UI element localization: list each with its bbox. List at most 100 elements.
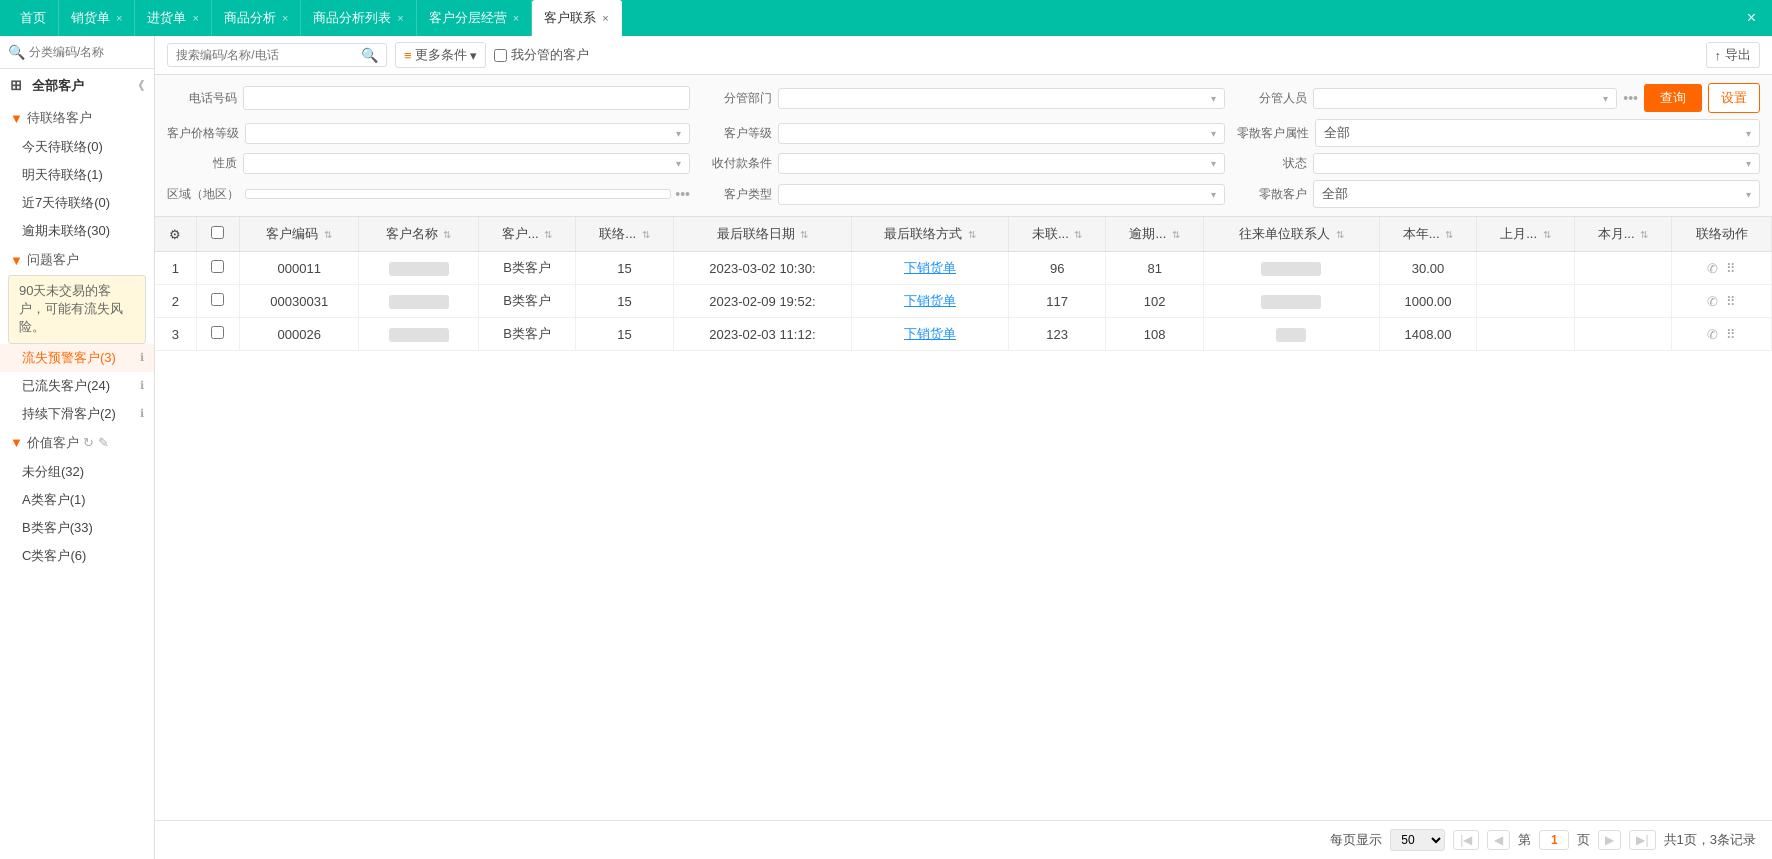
page-next-button[interactable]: ▶ (1598, 830, 1621, 850)
td-checkbox-2[interactable] (196, 285, 239, 318)
page-first-button[interactable]: |◀ (1453, 830, 1479, 850)
sort-uncontacted-icon: ⇅ (1074, 229, 1082, 240)
row-checkbox-2[interactable] (211, 293, 224, 306)
row-checkbox-1[interactable] (211, 260, 224, 273)
my-customers-checkbox[interactable] (494, 49, 507, 62)
filter-select-status[interactable]: ▾ (1313, 153, 1760, 174)
sidebar-item-churn-warning[interactable]: 流失预警客户(3) ℹ (0, 344, 154, 372)
sidebar-section-value[interactable]: ▼ 价值客户 ↻ ✎ (0, 428, 154, 458)
filter-select-region[interactable] (245, 189, 671, 199)
filter-select-dept[interactable]: ▾ (778, 88, 1225, 109)
col-last-date[interactable]: 最后联络日期 ⇅ (673, 217, 851, 252)
refresh-value-icon[interactable]: ↻ (83, 435, 94, 450)
my-customers-checkbox-label[interactable]: 我分管的客户 (494, 46, 589, 64)
col-settings[interactable]: ⚙ (155, 217, 196, 252)
col-code[interactable]: 客户编码 ⇅ (240, 217, 359, 252)
contact-icon-2[interactable]: ✆ (1707, 294, 1718, 309)
col-uncontacted[interactable]: 未联... ⇅ (1008, 217, 1106, 252)
filter-select-customer-level[interactable]: ▾ (778, 123, 1225, 144)
col-overdue[interactable]: 逾期... ⇅ (1106, 217, 1204, 252)
sidebar-item-class-c[interactable]: C类客户(6) (0, 542, 154, 570)
more-icon-1[interactable]: ⠿ (1726, 261, 1736, 276)
sidebar-item-7days[interactable]: 近7天待联络(0) (0, 189, 154, 217)
nav-item-analysis[interactable]: 商品分析 × (212, 0, 301, 36)
more-icon-3[interactable]: ⠿ (1726, 327, 1736, 342)
row-checkbox-3[interactable] (211, 326, 224, 339)
link-method-3[interactable]: 下销货单 (904, 326, 956, 341)
filter-label-phone: 电话号码 (167, 90, 237, 107)
col-last-month[interactable]: 上月... ⇅ (1477, 217, 1575, 252)
page-number-input[interactable] (1539, 830, 1569, 850)
nav-item-customer-contact[interactable]: 客户联系 × (532, 0, 621, 36)
page-prev-button[interactable]: ◀ (1487, 830, 1510, 850)
col-this-month[interactable]: 本月... ⇅ (1574, 217, 1672, 252)
page-size-select[interactable]: 50 10 20 100 (1390, 829, 1445, 851)
close-customer-tier-icon[interactable]: × (513, 12, 519, 24)
filter-select-customer-type[interactable]: ▾ (778, 184, 1225, 205)
settings-button[interactable]: 设置 (1708, 83, 1760, 113)
td-checkbox-1[interactable] (196, 252, 239, 285)
sidebar-item-tomorrow[interactable]: 明天待联络(1) (0, 161, 154, 189)
sidebar-item-today[interactable]: 今天待联络(0) (0, 133, 154, 161)
td-last-method-1[interactable]: 下销货单 (851, 252, 1008, 285)
close-analysis-icon[interactable]: × (282, 12, 288, 24)
col-type[interactable]: 客户... ⇅ (478, 217, 576, 252)
page-last-button[interactable]: ▶| (1629, 830, 1655, 850)
filter-input-phone[interactable] (243, 86, 690, 110)
contact-icon-1[interactable]: ✆ (1707, 261, 1718, 276)
sidebar-all-customers[interactable]: ⊞ 全部客户 《 (0, 69, 154, 103)
toolbar-search-icon[interactable]: 🔍 (361, 47, 378, 63)
sidebar-section-pending[interactable]: ▼ 待联络客户 (0, 103, 154, 133)
col-last-method[interactable]: 最后联络方式 ⇅ (851, 217, 1008, 252)
sidebar-item-declining[interactable]: 持续下滑客户(2) ℹ (0, 400, 154, 428)
nav-item-analysis-list[interactable]: 商品分析列表 × (301, 0, 416, 36)
td-name-2 (359, 285, 478, 318)
nav-item-home[interactable]: 首页 (8, 0, 59, 36)
sidebar-search-input[interactable] (29, 45, 146, 59)
toolbar-search-input[interactable] (176, 48, 357, 62)
select-all-checkbox[interactable] (211, 226, 224, 239)
query-button[interactable]: 查询 (1644, 84, 1702, 112)
sidebar-item-class-a[interactable]: A类客户(1) (0, 486, 154, 514)
nav-item-purchase[interactable]: 进货单 × (135, 0, 211, 36)
close-customer-contact-icon[interactable]: × (602, 12, 608, 24)
td-last-method-2[interactable]: 下销货单 (851, 285, 1008, 318)
more-icon-2[interactable]: ⠿ (1726, 294, 1736, 309)
col-contacts[interactable]: 联络... ⇅ (576, 217, 674, 252)
nav-item-sales[interactable]: 销货单 × (59, 0, 135, 36)
filter-select-person[interactable]: ▾ (1313, 88, 1617, 109)
col-this-year[interactable]: 本年... ⇅ (1379, 217, 1477, 252)
col-name[interactable]: 客户名称 ⇅ (359, 217, 478, 252)
sidebar-item-ungrouped[interactable]: 未分组(32) (0, 458, 154, 486)
td-checkbox-3[interactable] (196, 318, 239, 351)
filter-label-region: 区域（地区） (167, 186, 239, 203)
close-sales-icon[interactable]: × (116, 12, 122, 24)
close-purchase-icon[interactable]: × (192, 12, 198, 24)
info-churned-icon: ℹ (140, 379, 144, 392)
filter-select-retail-attr[interactable]: 全部 ▾ (1315, 119, 1760, 147)
filter-dots-region[interactable]: ••• (675, 186, 690, 202)
filter-select-payment[interactable]: ▾ (778, 153, 1225, 174)
filter-btn[interactable]: ≡ 更多条件 ▾ (395, 42, 486, 68)
filter-select-nature[interactable]: ▾ (243, 153, 690, 174)
col-checkbox[interactable] (196, 217, 239, 252)
link-method-1[interactable]: 下销货单 (904, 260, 956, 275)
filter-dots-person[interactable]: ••• (1623, 90, 1638, 106)
td-overdue-2: 102 (1106, 285, 1204, 318)
sidebar-item-churned[interactable]: 已流失客户(24) ℹ (0, 372, 154, 400)
nav-item-customer-tier[interactable]: 客户分层经营 × (417, 0, 532, 36)
filter-select-price-level[interactable]: ▾ (245, 123, 690, 144)
td-contact-person-1 (1203, 252, 1379, 285)
close-analysis-list-icon[interactable]: × (397, 12, 403, 24)
sidebar-section-problem[interactable]: ▼ 问题客户 (0, 245, 154, 275)
td-last-method-3[interactable]: 下销货单 (851, 318, 1008, 351)
filter-select-retail-customer[interactable]: 全部 ▾ (1313, 180, 1760, 208)
sidebar-item-class-b[interactable]: B类客户(33) (0, 514, 154, 542)
col-contact-person[interactable]: 往来单位联系人 ⇅ (1203, 217, 1379, 252)
sidebar-item-overdue[interactable]: 逾期未联络(30) (0, 217, 154, 245)
edit-value-icon[interactable]: ✎ (98, 435, 109, 450)
contact-icon-3[interactable]: ✆ (1707, 327, 1718, 342)
close-all-button[interactable]: × (1739, 9, 1764, 27)
link-method-2[interactable]: 下销货单 (904, 293, 956, 308)
export-button[interactable]: ↑ 导出 (1706, 42, 1761, 68)
